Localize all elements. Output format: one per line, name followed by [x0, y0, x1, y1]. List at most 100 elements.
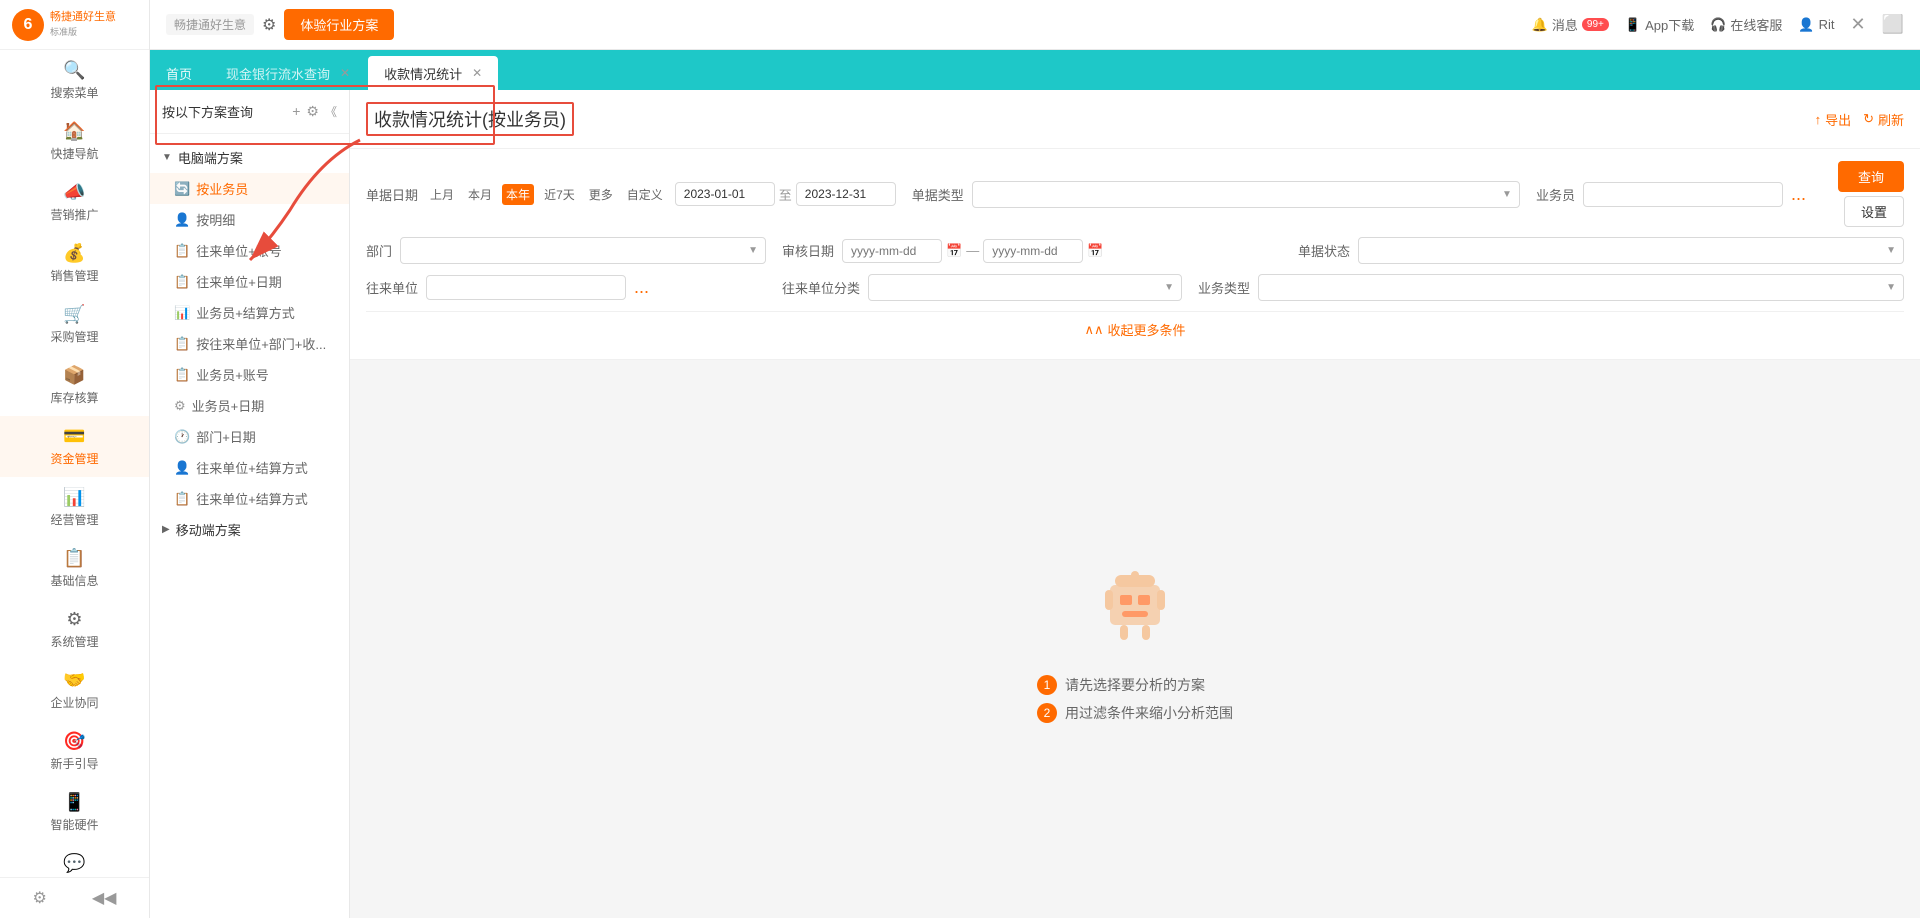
- logo-text: 畅捷通好生意: [50, 11, 116, 24]
- date-to-input[interactable]: [796, 182, 896, 206]
- sidebar-collapse-icon[interactable]: ◀◀: [92, 888, 117, 908]
- sidebar-item-inventory[interactable]: 📦 库存核算: [0, 355, 149, 416]
- partner-input[interactable]: [426, 275, 626, 300]
- sidebar-item-quick-nav[interactable]: 🏠 快捷导航: [0, 111, 149, 172]
- tab-home[interactable]: 首页: [150, 56, 208, 90]
- date-last-month[interactable]: 上月: [426, 184, 458, 205]
- scheme-item-salesman-account[interactable]: 📋 业务员+账号: [150, 359, 349, 390]
- scheme-item-dept-date[interactable]: 🕐 部门+日期: [150, 421, 349, 452]
- partner-cat-select[interactable]: [868, 274, 1182, 301]
- scheme-item-partner-settle2[interactable]: 📋 往来单位+结算方式: [150, 483, 349, 514]
- biz-type-select-wrapper: ▼: [1258, 274, 1904, 301]
- sidebar-item-basic[interactable]: 📋 基础信息: [0, 538, 149, 599]
- topbar-settings-icon[interactable]: ⚙: [262, 15, 276, 35]
- scheme-item-salesman[interactable]: 🔄 按业务员: [150, 173, 349, 204]
- date-more[interactable]: 更多: [585, 184, 617, 205]
- user-name: Rit: [1819, 17, 1835, 32]
- scheme-icon: 📋: [174, 274, 190, 290]
- export-button[interactable]: ↑ 导出: [1815, 110, 1852, 129]
- trial-button[interactable]: 体验行业方案: [284, 9, 394, 40]
- sidebar-footer: ⚙ ◀◀: [0, 877, 149, 918]
- inventory-icon: 📦: [63, 365, 85, 386]
- tab-bank-flow-label: 现金银行流水查询: [226, 64, 330, 83]
- set-button[interactable]: 设置: [1844, 196, 1904, 227]
- scheme-settings-icon[interactable]: ⚙: [306, 103, 319, 120]
- calendar-icon[interactable]: 📅: [946, 243, 962, 259]
- sidebar-item-purchase[interactable]: 🛒 采购管理: [0, 294, 149, 355]
- date-this-year[interactable]: 本年: [502, 184, 534, 205]
- sidebar-item-hardware[interactable]: 📱 智能硬件: [0, 782, 149, 843]
- collapse-filter-btn[interactable]: ∧∧ 收起更多条件: [366, 312, 1904, 347]
- dept-select[interactable]: [400, 237, 766, 264]
- salesman-filter: 业务员 ...: [1536, 182, 1806, 207]
- date-this-month[interactable]: 本月: [464, 184, 496, 205]
- review-date-from-input[interactable]: [842, 239, 942, 263]
- review-date-input-group: 📅 — 📅: [842, 239, 1103, 263]
- user-btn[interactable]: 👤 Rit: [1798, 17, 1834, 33]
- window-maximize-icon[interactable]: ⬜: [1882, 14, 1904, 35]
- salesman-more-icon[interactable]: ...: [1791, 184, 1806, 205]
- tab-receipt-stats-close[interactable]: ✕: [472, 66, 482, 80]
- query-button[interactable]: 查询: [1838, 161, 1904, 192]
- refresh-button[interactable]: ↻ 刷新: [1863, 110, 1904, 129]
- scheme-item-salesman-date[interactable]: ⚙ 业务员+日期: [150, 390, 349, 421]
- main-area: 畅捷通好生意 ⚙ 体验行业方案 🔔 消息 99+ 📱 App下载 🎧 在线客服: [150, 0, 1920, 918]
- sidebar-item-wechat[interactable]: 💬 企业微信: [0, 843, 149, 877]
- online-service-btn[interactable]: 🎧 在线客服: [1710, 15, 1782, 34]
- sidebar-settings-icon[interactable]: ⚙: [33, 888, 47, 908]
- sidebar-item-sales[interactable]: 💰 销售管理: [0, 233, 149, 294]
- sidebar-item-corp[interactable]: 🤝 企业协同: [0, 660, 149, 721]
- scheme-item-partner-account[interactable]: 📋 往来单位+账号: [150, 235, 349, 266]
- mobile-section-header[interactable]: ▶ 移动端方案: [150, 514, 349, 545]
- doc-status-select[interactable]: [1358, 237, 1904, 264]
- sidebar-item-business[interactable]: 📊 经营管理: [0, 477, 149, 538]
- scheme-item-partner-settle1[interactable]: 👤 往来单位+结算方式: [150, 452, 349, 483]
- scheme-icon: 🕐: [174, 429, 190, 445]
- panel-collapse-icon[interactable]: 《: [325, 103, 337, 120]
- tab-receipt-stats[interactable]: 收款情况统计 ✕: [368, 56, 498, 90]
- scheme-item-salesman-settle[interactable]: 📊 业务员+结算方式: [150, 297, 349, 328]
- sidebar-item-label: 库存核算: [50, 389, 98, 406]
- calendar-icon-2[interactable]: 📅: [1087, 243, 1103, 259]
- sidebar-item-finance[interactable]: 💳 资金管理: [0, 416, 149, 477]
- doc-status-label: 单据状态: [1298, 241, 1350, 260]
- app-logo: 6 畅捷通好生意 标准版: [0, 0, 149, 50]
- scheme-item-partner-date[interactable]: 📋 往来单位+日期: [150, 266, 349, 297]
- sidebar-nav: 🔍 搜索菜单 🏠 快捷导航 📣 营销推广 💰 销售管理 🛒 采购管理 📦: [0, 50, 149, 877]
- tabs-bar: 首页 现金银行流水查询 ✕ 收款情况统计 ✕: [150, 50, 1920, 90]
- date-shortcut-group: 上月 本月 本年 近7天 更多 自定义: [426, 184, 667, 205]
- sidebar: 6 畅捷通好生意 标准版 🔍 搜索菜单 🏠 快捷导航 📣 营销推广 💰 销售管理: [0, 0, 150, 918]
- window-close-icon[interactable]: ✕: [1850, 14, 1865, 35]
- tab-bank-flow[interactable]: 现金银行流水查询 ✕: [210, 56, 366, 90]
- salesman-input[interactable]: [1583, 182, 1783, 207]
- sidebar-item-guide[interactable]: 🎯 新手引导: [0, 721, 149, 782]
- logo-icon: 6: [12, 9, 44, 41]
- sidebar-item-system[interactable]: ⚙ 系统管理: [0, 599, 149, 660]
- sidebar-item-marketing[interactable]: 📣 营销推广: [0, 172, 149, 233]
- breadcrumb: 畅捷通好生意: [166, 14, 254, 35]
- add-scheme-icon[interactable]: +: [292, 103, 300, 120]
- home-icon: 🏠: [63, 121, 85, 142]
- notification-badge: 99+: [1582, 18, 1609, 31]
- top-bar-left: 畅捷通好生意 ⚙ 体验行业方案: [166, 9, 394, 40]
- app-download-btn[interactable]: 📱 App下载: [1625, 15, 1694, 34]
- tip-1-num: 1: [1037, 675, 1057, 695]
- doc-type-select[interactable]: [972, 181, 1520, 208]
- partner-more-icon[interactable]: ...: [634, 277, 649, 298]
- tab-bank-flow-close[interactable]: ✕: [340, 66, 350, 80]
- app-download-label: App下载: [1645, 15, 1694, 34]
- review-date-to-input[interactable]: [983, 239, 1083, 263]
- date-custom[interactable]: 自定义: [623, 184, 667, 205]
- scheme-icon: 📊: [174, 305, 190, 321]
- scheme-item-partner-dept[interactable]: 📋 按往来单位+部门+收...: [150, 328, 349, 359]
- date-7days[interactable]: 近7天: [540, 184, 579, 205]
- sidebar-item-search[interactable]: 🔍 搜索菜单: [0, 50, 149, 111]
- wechat-icon: 💬: [63, 853, 85, 874]
- review-date-filter: 审核日期 📅 — 📅: [782, 239, 1282, 263]
- biz-type-select[interactable]: [1258, 274, 1904, 301]
- date-from-input[interactable]: [675, 182, 775, 206]
- notification-btn[interactable]: 🔔 消息 99+: [1532, 15, 1609, 34]
- left-panel-header: 按以下方案查询 + ⚙ 《: [150, 90, 349, 134]
- desktop-section-header[interactable]: ▼ 电脑端方案: [150, 142, 349, 173]
- scheme-item-detail[interactable]: 👤 按明细: [150, 204, 349, 235]
